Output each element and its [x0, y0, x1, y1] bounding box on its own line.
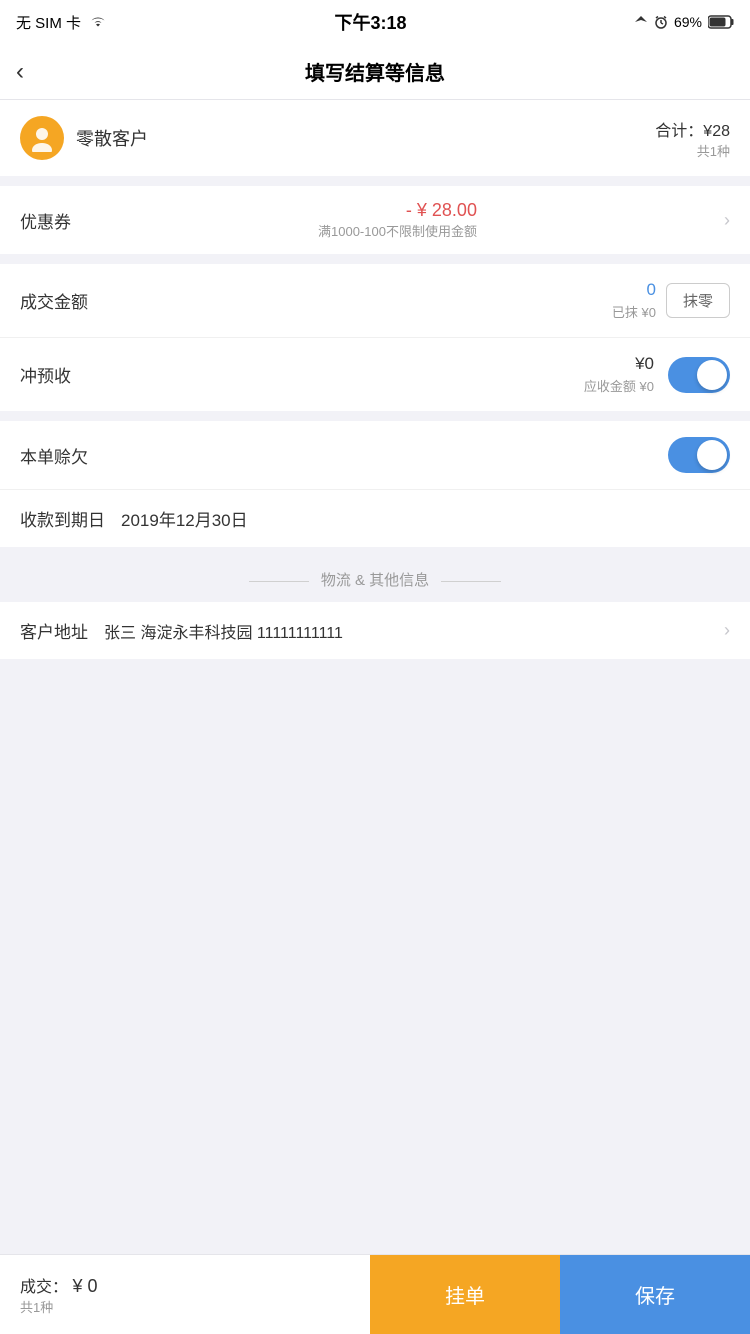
- address-value: 张三 海淀永丰科技园 11111111111: [104, 619, 708, 643]
- deal-amount-row: 成交金额 0 已抹 ¥0 抹零: [0, 264, 750, 338]
- due-date-row: 收款到期日 2019年12月30日: [0, 490, 750, 547]
- prepayment-right: ¥0 应收金额 ¥0: [584, 354, 730, 395]
- status-right: 69%: [634, 14, 734, 30]
- bottom-deal-amount: ¥ 0: [72, 1276, 97, 1296]
- bottom-deal: 成交： ¥ 0: [20, 1273, 350, 1297]
- prepayment-amount: ¥0: [635, 354, 654, 373]
- status-bar: 无 SIM 卡 下午3:18 69%: [0, 0, 750, 44]
- avatar-icon: [28, 124, 56, 152]
- prepayment-label: 冲预收: [20, 362, 71, 387]
- deal-amount-sub: 已抹 ¥0: [612, 302, 656, 321]
- deal-amount-right: 0 已抹 ¥0 抹零: [612, 280, 730, 321]
- save-button[interactable]: 保存: [560, 1255, 750, 1334]
- bottom-bar: 成交： ¥ 0 共1种 挂单 保存: [0, 1254, 750, 1334]
- battery-icon: [708, 15, 734, 29]
- page-title: 填写结算等信息: [305, 57, 445, 86]
- bottom-deal-label: 成交：: [20, 1279, 68, 1296]
- hold-button-label: 挂单: [445, 1280, 485, 1309]
- deal-amount-col: 0 已抹 ¥0: [612, 280, 656, 321]
- bottom-count: 共1种: [20, 1297, 350, 1316]
- address-row[interactable]: 客户地址 张三 海淀永丰科技园 11111111111 ›: [0, 602, 750, 659]
- status-left: 无 SIM 卡: [16, 12, 107, 33]
- coupon-desc: 满1000-100不限制使用金额: [318, 221, 477, 240]
- nav-bar: ‹ 填写结算等信息: [0, 44, 750, 100]
- deal-amount-label: 成交金额: [20, 288, 88, 313]
- debt-label: 本单赊欠: [20, 443, 88, 468]
- location-icon: [634, 15, 648, 29]
- address-chevron-icon: ›: [724, 620, 730, 641]
- empty-space: [0, 669, 750, 849]
- debt-row: 本单赊欠: [0, 421, 750, 490]
- debt-toggle[interactable]: [668, 437, 730, 473]
- logistics-header-text: 物流 & 其他信息: [237, 572, 513, 589]
- customer-name: 零散客户: [76, 125, 148, 151]
- due-date-value: 2019年12月30日: [121, 506, 248, 531]
- customer-row: 零散客户 合计：¥28 共1种: [0, 100, 750, 176]
- debt-right: [668, 437, 730, 473]
- back-button[interactable]: ‹: [16, 58, 24, 86]
- prepayment-row: 冲预收 ¥0 应收金额 ¥0: [0, 338, 750, 411]
- debt-toggle-knob: [697, 440, 727, 470]
- coupon-label: 优惠券: [20, 208, 71, 233]
- coupon-section: 优惠券 - ¥ 28.00 满1000-100不限制使用金额 ›: [0, 186, 750, 254]
- address-label: 客户地址: [20, 618, 88, 643]
- round-zero-button[interactable]: 抹零: [666, 283, 730, 318]
- deal-section: 成交金额 0 已抹 ¥0 抹零 冲预收 ¥0 应收金额 ¥0: [0, 264, 750, 411]
- coupon-right: - ¥ 28.00 满1000-100不限制使用金额: [318, 200, 477, 240]
- battery-percent: 69%: [674, 14, 702, 30]
- prepayment-sub: 应收金额 ¥0: [584, 376, 654, 395]
- status-time: 下午3:18: [334, 9, 406, 35]
- logistics-header: 物流 & 其他信息: [0, 557, 750, 602]
- prepayment-toggle[interactable]: [668, 357, 730, 393]
- customer-left: 零散客户: [20, 116, 148, 160]
- alarm-icon: [654, 15, 668, 29]
- address-section: 客户地址 张三 海淀永丰科技园 11111111111 ›: [0, 602, 750, 659]
- sim-status: 无 SIM 卡: [16, 12, 81, 33]
- hold-button[interactable]: 挂单: [370, 1255, 560, 1334]
- coupon-value: - ¥ 28.00: [318, 200, 477, 221]
- customer-total: 合计：¥28: [655, 117, 730, 141]
- deal-amount-value: 0: [647, 280, 656, 299]
- debt-section: 本单赊欠 收款到期日 2019年12月30日: [0, 421, 750, 547]
- customer-count: 共1种: [655, 141, 730, 160]
- bottom-info: 成交： ¥ 0 共1种: [0, 1273, 370, 1316]
- due-date-label: 收款到期日: [20, 506, 105, 531]
- save-button-label: 保存: [635, 1280, 675, 1309]
- toggle-knob: [697, 360, 727, 390]
- coupon-chevron-icon: ›: [724, 210, 730, 231]
- customer-right: 合计：¥28 共1种: [655, 117, 730, 160]
- wifi-icon: [89, 15, 107, 29]
- customer-avatar: [20, 116, 64, 160]
- coupon-row[interactable]: 优惠券 - ¥ 28.00 满1000-100不限制使用金额 ›: [0, 186, 750, 254]
- customer-section: 零散客户 合计：¥28 共1种: [0, 100, 750, 176]
- prepayment-amount-col: ¥0 应收金额 ¥0: [584, 354, 654, 395]
